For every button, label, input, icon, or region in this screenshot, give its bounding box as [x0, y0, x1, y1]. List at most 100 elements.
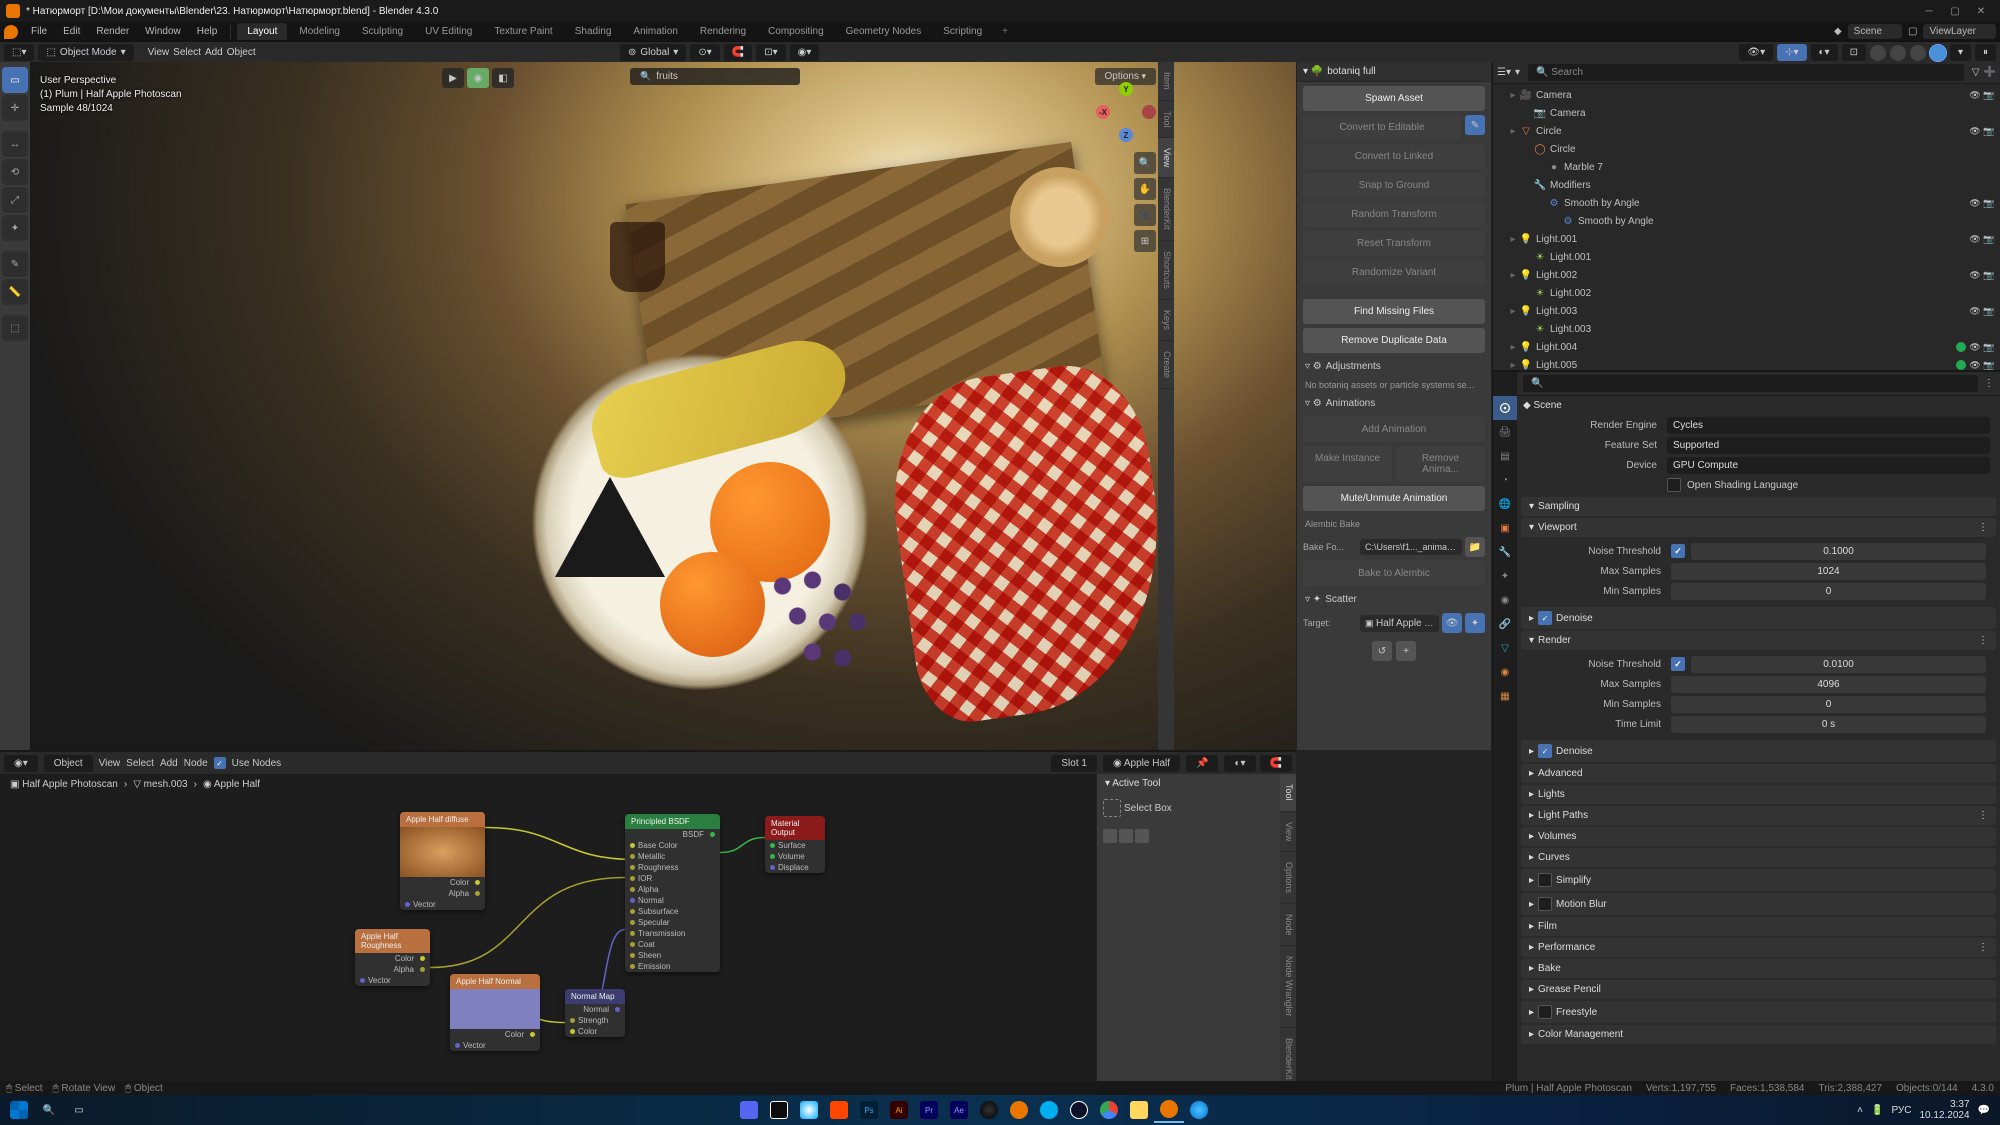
- node-material-output[interactable]: Material Output SurfaceVolumeDisplace: [765, 816, 825, 873]
- node-image-texture-normal[interactable]: Apple Half Normal ColorVector: [450, 974, 540, 1051]
- taskbar-app-ae[interactable]: Ae: [944, 1097, 974, 1123]
- scatter-pick-button[interactable]: ✦: [1465, 613, 1485, 633]
- search-button[interactable]: 🔍: [34, 1097, 64, 1123]
- scatter-plus-button[interactable]: +: [1396, 641, 1416, 661]
- freestyle-panel-header[interactable]: ▸ Freestyle: [1521, 1001, 1996, 1023]
- motionblur-toggle[interactable]: [1538, 897, 1552, 911]
- lights-panel-header[interactable]: ▸ Lights: [1521, 785, 1996, 804]
- crumb-material[interactable]: ◉ Apple Half: [203, 779, 260, 790]
- animations-header[interactable]: ▿ ⚙ Animations: [1297, 394, 1491, 413]
- close-button[interactable]: ✕: [1968, 2, 1994, 20]
- vp-denoise-toggle[interactable]: ✓: [1538, 611, 1552, 625]
- properties-tab-texture[interactable]: ▦: [1493, 684, 1517, 708]
- snap-toggle[interactable]: 🧲: [724, 44, 752, 61]
- node-image-texture-diffuse[interactable]: Apple Half diffuse ColorAlpha Vector: [400, 812, 485, 910]
- shading-rendered[interactable]: [1930, 45, 1946, 61]
- pause-render-button[interactable]: ⏸: [1975, 44, 1996, 61]
- workspace-tab-texpaint[interactable]: Texture Paint: [484, 23, 562, 40]
- taskbar-app-skype[interactable]: [1034, 1097, 1064, 1123]
- camera-view-indicator[interactable]: ▶: [442, 68, 464, 88]
- mute-animation-button[interactable]: Mute/Unmute Animation: [1303, 486, 1485, 511]
- r-noise-input[interactable]: 0.0100: [1691, 656, 1986, 673]
- tray-battery-icon[interactable]: 🔋: [1871, 1105, 1883, 1116]
- npanel-tab-item[interactable]: Item: [1158, 62, 1174, 101]
- outliner-row[interactable]: ▸💡Light.005👁📷: [1493, 356, 2000, 370]
- tool-cursor[interactable]: ✛: [2, 95, 28, 121]
- shader-tab-nodewrangler[interactable]: Node Wrangler: [1280, 946, 1296, 1027]
- use-nodes-label[interactable]: Use Nodes: [232, 758, 281, 769]
- render-engine-dropdown[interactable]: Cycles: [1667, 417, 1990, 434]
- workspace-tab-compositing[interactable]: Compositing: [758, 23, 834, 40]
- adjustments-header[interactable]: ▿ ⚙ Adjustments: [1297, 357, 1491, 376]
- gizmo-toggle[interactable]: ⊹▾: [1777, 44, 1806, 61]
- workspace-tab-modeling[interactable]: Modeling: [289, 23, 350, 40]
- zoom-button[interactable]: 🔍: [1134, 152, 1156, 174]
- outliner-type-dropdown[interactable]: ☰▾: [1497, 67, 1511, 78]
- scatter-add-button[interactable]: ↺: [1372, 641, 1392, 661]
- scatter-target-input[interactable]: ▣ Half Apple Photos...: [1360, 615, 1439, 632]
- scatter-eyedrop-button[interactable]: 👁: [1442, 613, 1462, 633]
- tool-scale[interactable]: ⤢: [2, 187, 28, 213]
- npanel-tab-create[interactable]: Create: [1158, 341, 1174, 389]
- pan-button[interactable]: ✋: [1134, 178, 1156, 200]
- spawn-asset-button[interactable]: Spawn Asset: [1303, 86, 1485, 111]
- task-view-button[interactable]: ▭: [64, 1097, 94, 1123]
- lightpaths-panel-header[interactable]: ▸ Light Paths⋮: [1521, 806, 1996, 825]
- bake-folder-input[interactable]: C:\Users\f1..._animations: [1360, 539, 1462, 555]
- botaniq-header[interactable]: ▾ 🌳 botaniq full: [1297, 62, 1491, 82]
- workspace-tab-animation[interactable]: Animation: [623, 23, 687, 40]
- shader-menu-view[interactable]: View: [99, 758, 121, 769]
- properties-tab-world[interactable]: 🌐: [1493, 492, 1517, 516]
- motionblur-panel-header[interactable]: ▸ Motion Blur: [1521, 893, 1996, 915]
- properties-options-button[interactable]: ⋮: [1984, 378, 1994, 389]
- r-min-input[interactable]: 0: [1671, 696, 1986, 713]
- windows-taskbar[interactable]: 🔍 ▭ Ps Ai Pr Ae ˄ 🔋 РУС 3:3710.12.2024 💬: [0, 1095, 2000, 1125]
- bake-panel-header[interactable]: ▸ Bake: [1521, 959, 1996, 978]
- use-nodes-checkbox[interactable]: ✓: [214, 757, 226, 769]
- node-normal-map[interactable]: Normal Map Normal StrengthColor: [565, 989, 625, 1037]
- select-mode-buttons[interactable]: [1103, 829, 1149, 843]
- taskbar-app-3[interactable]: [794, 1097, 824, 1123]
- outliner-row[interactable]: ◯Circle: [1493, 140, 2000, 158]
- r-denoise-panel-header[interactable]: ▸ ✓ Denoise: [1521, 740, 1996, 762]
- workspace-tab-shading[interactable]: Shading: [565, 23, 622, 40]
- crumb-mesh[interactable]: ▽ mesh.003: [133, 779, 187, 790]
- viewport-menu-add[interactable]: Add: [205, 47, 223, 58]
- film-panel-header[interactable]: ▸ Film: [1521, 917, 1996, 936]
- shading-wireframe[interactable]: [1870, 45, 1886, 61]
- outliner-tree[interactable]: ▸🎥Camera👁📷📷Camera▸▽Circle👁📷◯Circle●Marbl…: [1493, 84, 2000, 370]
- taskbar-app-2[interactable]: [764, 1097, 794, 1123]
- tool-move[interactable]: ↔: [2, 131, 28, 157]
- outliner-row[interactable]: ☀Light.002: [1493, 284, 2000, 302]
- outliner-row[interactable]: ●Marble 7: [1493, 158, 2000, 176]
- viewlayer-dropdown[interactable]: ViewLayer: [1923, 24, 1996, 39]
- snap-type-dropdown[interactable]: ⊡▾: [756, 44, 785, 61]
- taskbar-app-edge[interactable]: [1184, 1097, 1214, 1123]
- vp-max-input[interactable]: 1024: [1671, 563, 1986, 580]
- r-max-input[interactable]: 4096: [1671, 676, 1986, 693]
- menu-file[interactable]: File: [24, 24, 54, 39]
- taskbar-app-chrome[interactable]: [1094, 1097, 1124, 1123]
- node-image-texture-roughness[interactable]: Apple Half Roughness ColorAlpha Vector: [355, 929, 430, 986]
- taskbar-app-unreal[interactable]: [1064, 1097, 1094, 1123]
- taskbar-app-ai[interactable]: Ai: [884, 1097, 914, 1123]
- properties-tab-scene[interactable]: ◔: [1493, 468, 1517, 492]
- colmgmt-panel-header[interactable]: ▸ Color Management: [1521, 1025, 1996, 1044]
- tool-add-cube[interactable]: ⬚: [2, 315, 28, 341]
- tool-annotate[interactable]: ✎: [2, 251, 28, 277]
- shader-menu-select[interactable]: Select: [126, 758, 154, 769]
- outliner-row[interactable]: ▸▽Circle👁📷: [1493, 122, 2000, 140]
- feature-set-dropdown[interactable]: Supported: [1667, 437, 1990, 454]
- device-dropdown[interactable]: GPU Compute: [1667, 457, 1990, 474]
- vp-noise-input[interactable]: 0.1000: [1691, 543, 1986, 560]
- outliner-display-mode[interactable]: ▾: [1515, 67, 1520, 78]
- remove-animation-button[interactable]: Remove Anima...: [1396, 446, 1485, 482]
- minimize-button[interactable]: ─: [1916, 2, 1942, 20]
- workspace-tab-scripting[interactable]: Scripting: [933, 23, 992, 40]
- shading-matprev[interactable]: [1910, 45, 1926, 61]
- tool-rotate[interactable]: ⟲: [2, 159, 28, 185]
- random-transform-button[interactable]: Random Transform: [1303, 202, 1485, 227]
- axis-x-pos[interactable]: [1142, 105, 1156, 119]
- grease-panel-header[interactable]: ▸ Grease Pencil: [1521, 980, 1996, 999]
- advanced-panel-header[interactable]: ▸ Advanced: [1521, 764, 1996, 783]
